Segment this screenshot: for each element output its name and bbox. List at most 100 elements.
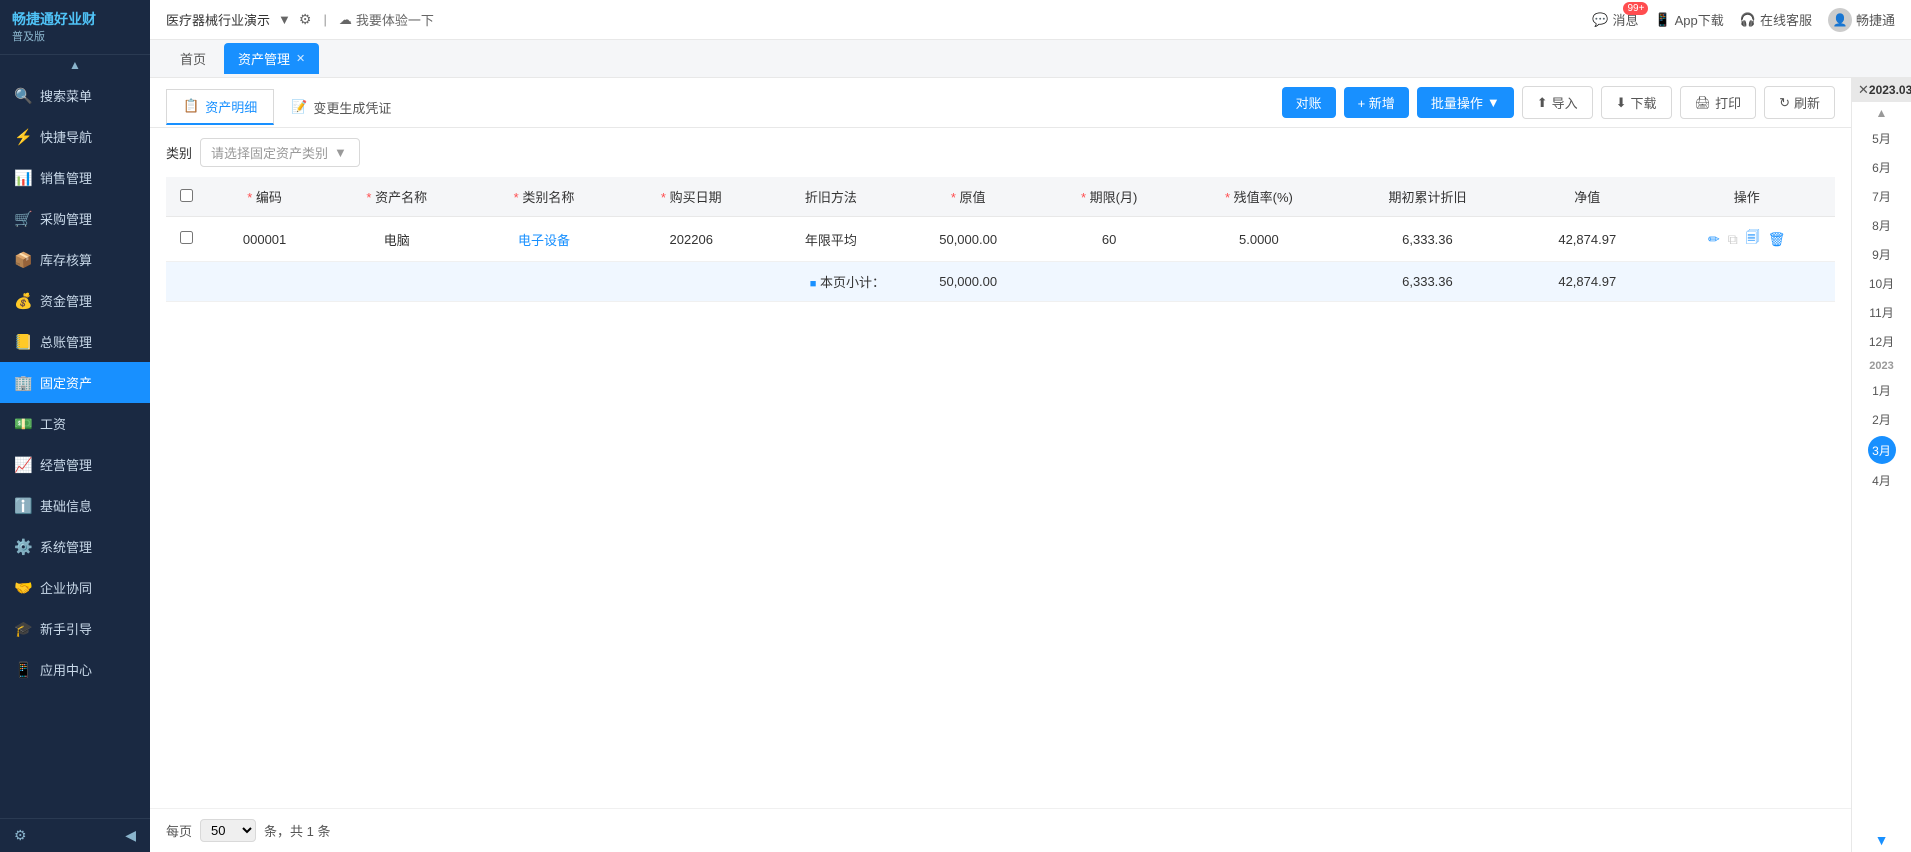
sidebar-item-label: 固定资产 xyxy=(40,373,92,392)
sidebar-bottom: ⚙ ◀ xyxy=(0,818,150,852)
table-row: 000001 电脑 电子设备 202206 年限平均 50,000.00 60 … xyxy=(166,217,1835,262)
add-button[interactable]: + 新增 xyxy=(1344,87,1409,118)
sidebar-item-label: 搜索菜单 xyxy=(40,86,92,105)
inventory-icon: 📦 xyxy=(14,251,32,269)
header-depreciation-method: 折旧方法 xyxy=(765,177,897,217)
search-icon: 🔍 xyxy=(14,87,32,105)
category-filter[interactable]: 请选择固定资产类别 ▼ xyxy=(200,138,360,167)
avatar: 👤 xyxy=(1828,8,1852,32)
topbar: 医疗器械行业演示 ▼ ⚙ | ☁ 我要体验一下 💬 消息 99+ 📱 App下载… xyxy=(150,0,1911,40)
cell-actions: ✏ ⧉ 🗐 🗑 xyxy=(1658,217,1835,262)
header-name: * 资产名称 xyxy=(323,177,470,217)
panel-close-icon[interactable]: ✕ xyxy=(1858,82,1869,98)
month-7[interactable]: 7月 xyxy=(1852,182,1911,211)
edit-icon[interactable]: ✏ xyxy=(1708,231,1720,248)
operations-icon: 📈 xyxy=(14,456,32,474)
cell-purchase-date: 202206 xyxy=(618,217,765,262)
sidebar-menu: 🔍 搜索菜单 ⚡ 快捷导航 📊 销售管理 🛒 采购管理 📦 库存核算 💰 资金管… xyxy=(0,75,150,818)
month-9[interactable]: 9月 xyxy=(1852,240,1911,269)
sidebar-item-label: 应用中心 xyxy=(40,660,92,679)
per-page-select[interactable]: 50 10 20 100 xyxy=(200,819,256,842)
collapse-icon[interactable]: ◀ xyxy=(125,827,136,844)
import-label: 导入 xyxy=(1552,93,1578,112)
download-button[interactable]: ⬇ 下载 xyxy=(1601,86,1672,119)
filter-dropdown-icon: ▼ xyxy=(334,145,347,160)
header-code: * 编码 xyxy=(206,177,323,217)
sidebar-item-general-ledger[interactable]: 📒 总账管理 xyxy=(0,321,150,362)
reconcile-button[interactable]: 对账 xyxy=(1282,87,1336,118)
sidebar-item-inventory[interactable]: 📦 库存核算 xyxy=(0,239,150,280)
app-center-icon: 📱 xyxy=(14,661,32,679)
sales-icon: 📊 xyxy=(14,169,32,187)
batch-dropdown-icon: ▼ xyxy=(1487,95,1500,110)
sidebar-item-label: 资金管理 xyxy=(40,291,92,310)
sidebar-item-finance[interactable]: 💰 资金管理 xyxy=(0,280,150,321)
sidebar-scroll-up[interactable]: ▲ xyxy=(0,55,150,75)
username: 畅捷通 xyxy=(1856,10,1895,29)
topbar-right: 💬 消息 99+ 📱 App下载 🎧 在线客服 👤 畅捷通 xyxy=(1592,8,1895,32)
month-4[interactable]: 4月 xyxy=(1852,466,1911,495)
logo-text: 畅捷通好业财 xyxy=(12,10,138,28)
scroll-down-icon[interactable]: ▼ xyxy=(1871,828,1893,852)
sidebar-item-guide[interactable]: 🎓 新手引导 xyxy=(0,608,150,649)
select-all-checkbox[interactable] xyxy=(180,189,193,202)
main-panel: 📋 资产明细 📝 变更生成凭证 对账 + 新增 xyxy=(150,78,1851,852)
sidebar-item-payroll[interactable]: 💵 工资 xyxy=(0,403,150,444)
import-button[interactable]: ⬆ 导入 xyxy=(1522,86,1593,119)
tab-asset-mgmt-label: 资产管理 xyxy=(238,49,290,68)
notification-button[interactable]: 💬 消息 99+ xyxy=(1592,10,1638,29)
print-button[interactable]: 🖨 打印 xyxy=(1680,86,1757,119)
subtotal-initial-depreciation: 6,333.36 xyxy=(1339,262,1516,302)
sidebar-item-app-center[interactable]: 📱 应用中心 xyxy=(0,649,150,690)
company-dropdown-icon[interactable]: ▼ xyxy=(278,12,291,27)
tab-close-icon[interactable]: ✕ xyxy=(296,52,305,65)
asset-detail-icon: 📋 xyxy=(183,98,199,114)
month-5[interactable]: 5月 xyxy=(1852,124,1911,153)
online-service-button[interactable]: 🎧 在线客服 xyxy=(1740,10,1812,29)
month-6[interactable]: 6月 xyxy=(1852,153,1911,182)
sub-tab-asset-detail[interactable]: 📋 资产明细 xyxy=(166,89,274,125)
header-initial-depreciation: 期初累计折旧 xyxy=(1339,177,1516,217)
month-12[interactable]: 12月 xyxy=(1852,327,1911,356)
duplicate-icon[interactable]: 🗐 xyxy=(1746,227,1760,251)
tab-home[interactable]: 首页 xyxy=(166,43,220,74)
month-1[interactable]: 1月 xyxy=(1852,376,1911,405)
subtotal-empty6 xyxy=(1658,262,1835,302)
month-2[interactable]: 2月 xyxy=(1852,405,1911,434)
tab-asset-mgmt[interactable]: 资产管理 ✕ xyxy=(224,43,319,74)
experience-button[interactable]: ☁ 我要体验一下 xyxy=(339,10,434,29)
copy-icon[interactable]: ⧉ xyxy=(1728,231,1738,248)
app-download-button[interactable]: 📱 App下载 xyxy=(1654,10,1723,29)
sidebar-item-system[interactable]: ⚙️ 系统管理 xyxy=(0,526,150,567)
sidebar-item-enterprise[interactable]: 🤝 企业协同 xyxy=(0,567,150,608)
sub-tabs: 📋 资产明细 📝 变更生成凭证 对账 + 新增 xyxy=(150,78,1851,128)
sidebar-item-search[interactable]: 🔍 搜索菜单 xyxy=(0,75,150,116)
row-checkbox[interactable] xyxy=(180,231,193,244)
subtotal-label: 本页小计： xyxy=(820,275,885,290)
batch-button[interactable]: 批量操作 ▼ xyxy=(1417,87,1514,118)
sidebar-item-label: 工资 xyxy=(40,414,66,433)
month-11[interactable]: 11月 xyxy=(1852,298,1911,327)
sidebar-item-basic-info[interactable]: ℹ️ 基础信息 xyxy=(0,485,150,526)
refresh-button[interactable]: ↻ 刷新 xyxy=(1764,86,1835,119)
sub-tab-change-voucher[interactable]: 📝 变更生成凭证 xyxy=(274,90,408,124)
sidebar-item-quick-nav[interactable]: ⚡ 快捷导航 xyxy=(0,116,150,157)
month-3-current[interactable]: 3月 xyxy=(1868,436,1896,464)
sidebar-item-sales[interactable]: 📊 销售管理 xyxy=(0,157,150,198)
header-purchase-date: * 购买日期 xyxy=(618,177,765,217)
user-menu[interactable]: 👤 畅捷通 xyxy=(1828,8,1895,32)
sidebar-item-operations[interactable]: 📈 经营管理 xyxy=(0,444,150,485)
change-voucher-icon: 📝 xyxy=(291,99,307,115)
month-10[interactable]: 10月 xyxy=(1852,269,1911,298)
logo-version: 普及版 xyxy=(12,28,138,44)
experience-text: 我要体验一下 xyxy=(356,10,434,29)
guide-icon: 🎓 xyxy=(14,620,32,638)
scroll-up-icon[interactable]: ▲ xyxy=(1872,102,1892,124)
month-8[interactable]: 8月 xyxy=(1852,211,1911,240)
settings-icon[interactable]: ⚙ xyxy=(14,827,27,844)
topbar-gear-icon[interactable]: ⚙ xyxy=(299,11,312,28)
delete-icon[interactable]: 🗑 xyxy=(1768,231,1786,248)
sidebar-item-fixed-assets[interactable]: 🏢 固定资产 xyxy=(0,362,150,403)
sidebar-item-purchase[interactable]: 🛒 采购管理 xyxy=(0,198,150,239)
row-checkbox-cell xyxy=(166,217,206,262)
